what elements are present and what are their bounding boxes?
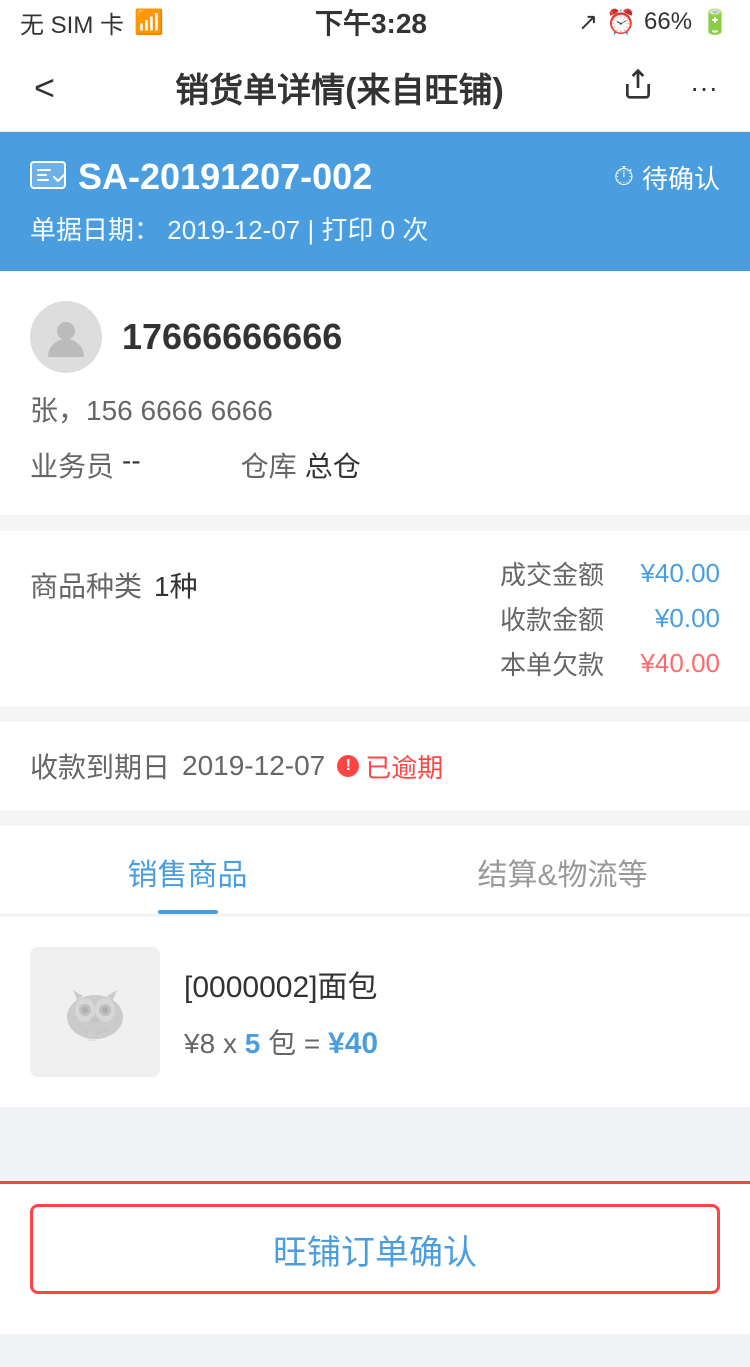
confirm-button[interactable]: 旺铺订单确认: [30, 1204, 720, 1294]
customer-section: 17666666666 张，156 6666 6666 业务员 -- 仓库 总仓: [0, 271, 750, 515]
customer-phone: 17666666666: [122, 316, 342, 358]
order-id: SA-20191207-002: [30, 156, 372, 198]
battery-icon: 🔋: [700, 8, 730, 37]
tabs-bar: 销售商品 结算&物流等: [0, 826, 750, 915]
summary-section: 商品种类 1种 成交金额 ¥40.00 收款金额 ¥0.00 本单欠款 ¥40.…: [0, 531, 750, 706]
bottom-action: 旺铺订单确认: [0, 1181, 750, 1334]
page-title: 销货单详情(来自旺铺): [65, 63, 614, 112]
owed-value: ¥40.00: [620, 648, 720, 679]
received-label: 收款金额: [500, 600, 604, 637]
unit: 包: [268, 1028, 296, 1059]
unit-price: ¥8: [184, 1028, 215, 1059]
back-button[interactable]: <: [24, 57, 65, 119]
tab-settlement[interactable]: 结算&物流等: [375, 826, 750, 914]
status-time: 下午3:28: [315, 2, 427, 42]
tabs-section: 销售商品 结算&物流等: [0, 826, 750, 915]
quantity: 5: [245, 1028, 261, 1059]
share-button[interactable]: [614, 60, 662, 115]
status-left: 无 SIM 卡 📶: [20, 5, 164, 40]
payment-due-date: 2019-12-07: [182, 750, 325, 782]
product-section: 管+ [0000002]面包 ¥8 x 5 包 = ¥40: [0, 917, 750, 1107]
total-price: ¥40: [328, 1027, 378, 1060]
deal-amount-label: 成交金额: [500, 555, 604, 592]
product-name: [0000002]面包: [184, 962, 720, 1006]
warehouse-label: 仓库: [241, 445, 297, 485]
product-image: 管+: [30, 947, 160, 1077]
product-types-label: 商品种类: [30, 565, 142, 605]
order-status: ⏱ 待确认: [614, 159, 720, 196]
multiply-sign: x: [223, 1028, 245, 1059]
nav-bar: < 销货单详情(来自旺铺) ···: [0, 44, 750, 132]
order-id-text: SA-20191207-002: [78, 156, 372, 198]
nav-actions: ···: [614, 60, 726, 115]
order-banner: SA-20191207-002 ⏱ 待确认 单据日期： 2019-12-07 |…: [0, 132, 750, 271]
status-right: ↗ ⏰ 66% 🔋: [578, 8, 730, 37]
salesperson-value: --: [122, 445, 141, 485]
payment-due-label: 收款到期日: [30, 746, 170, 786]
product-item: 管+ [0000002]面包 ¥8 x 5 包 = ¥40: [30, 947, 720, 1077]
salesperson-label: 业务员: [30, 445, 114, 485]
battery-label: 66%: [644, 8, 692, 36]
tab-products[interactable]: 销售商品: [0, 826, 375, 914]
order-date-label: 单据日期：: [30, 215, 160, 245]
order-date-row: 单据日期： 2019-12-07 | 打印 0 次: [30, 210, 720, 247]
product-types-value: 1种: [154, 565, 198, 605]
owed-label: 本单欠款: [500, 645, 604, 682]
product-info: [0000002]面包 ¥8 x 5 包 = ¥40: [184, 962, 720, 1062]
received-value: ¥0.00: [620, 603, 720, 634]
warehouse-value: 总仓: [305, 445, 361, 485]
status-text: 待确认: [642, 159, 720, 196]
carrier-label: 无 SIM 卡: [20, 5, 124, 40]
equals-sign: =: [304, 1028, 328, 1059]
overdue-badge: ! 已逾期: [337, 748, 443, 785]
customer-meta: 业务员 -- 仓库 总仓: [30, 445, 720, 485]
svg-text:管+: 管+: [87, 1030, 103, 1042]
status-clock-icon: ⏱: [614, 161, 634, 193]
payment-due-section: 收款到期日 2019-12-07 ! 已逾期: [0, 722, 750, 810]
avatar: [30, 301, 102, 373]
overdue-text: 已逾期: [365, 748, 443, 785]
alarm-icon: ⏰: [606, 8, 636, 37]
location-icon: ↗: [578, 8, 598, 37]
more-button[interactable]: ···: [682, 64, 726, 112]
summary-left: 商品种类 1种: [30, 555, 198, 605]
status-bar: 无 SIM 卡 📶 下午3:28 ↗ ⏰ 66% 🔋: [0, 0, 750, 44]
wifi-icon: 📶: [134, 8, 164, 37]
summary-right: 成交金额 ¥40.00 收款金额 ¥0.00 本单欠款 ¥40.00: [500, 555, 720, 682]
customer-name: 张，156 6666 6666: [30, 389, 720, 429]
deal-amount-value: ¥40.00: [620, 558, 720, 589]
order-print-info: | 打印 0 次: [307, 215, 428, 245]
order-date-value: 2019-12-07: [167, 215, 300, 245]
overdue-icon: !: [337, 755, 359, 777]
order-icon: [30, 156, 66, 198]
product-price-formula: ¥8 x 5 包 = ¥40: [184, 1022, 720, 1062]
